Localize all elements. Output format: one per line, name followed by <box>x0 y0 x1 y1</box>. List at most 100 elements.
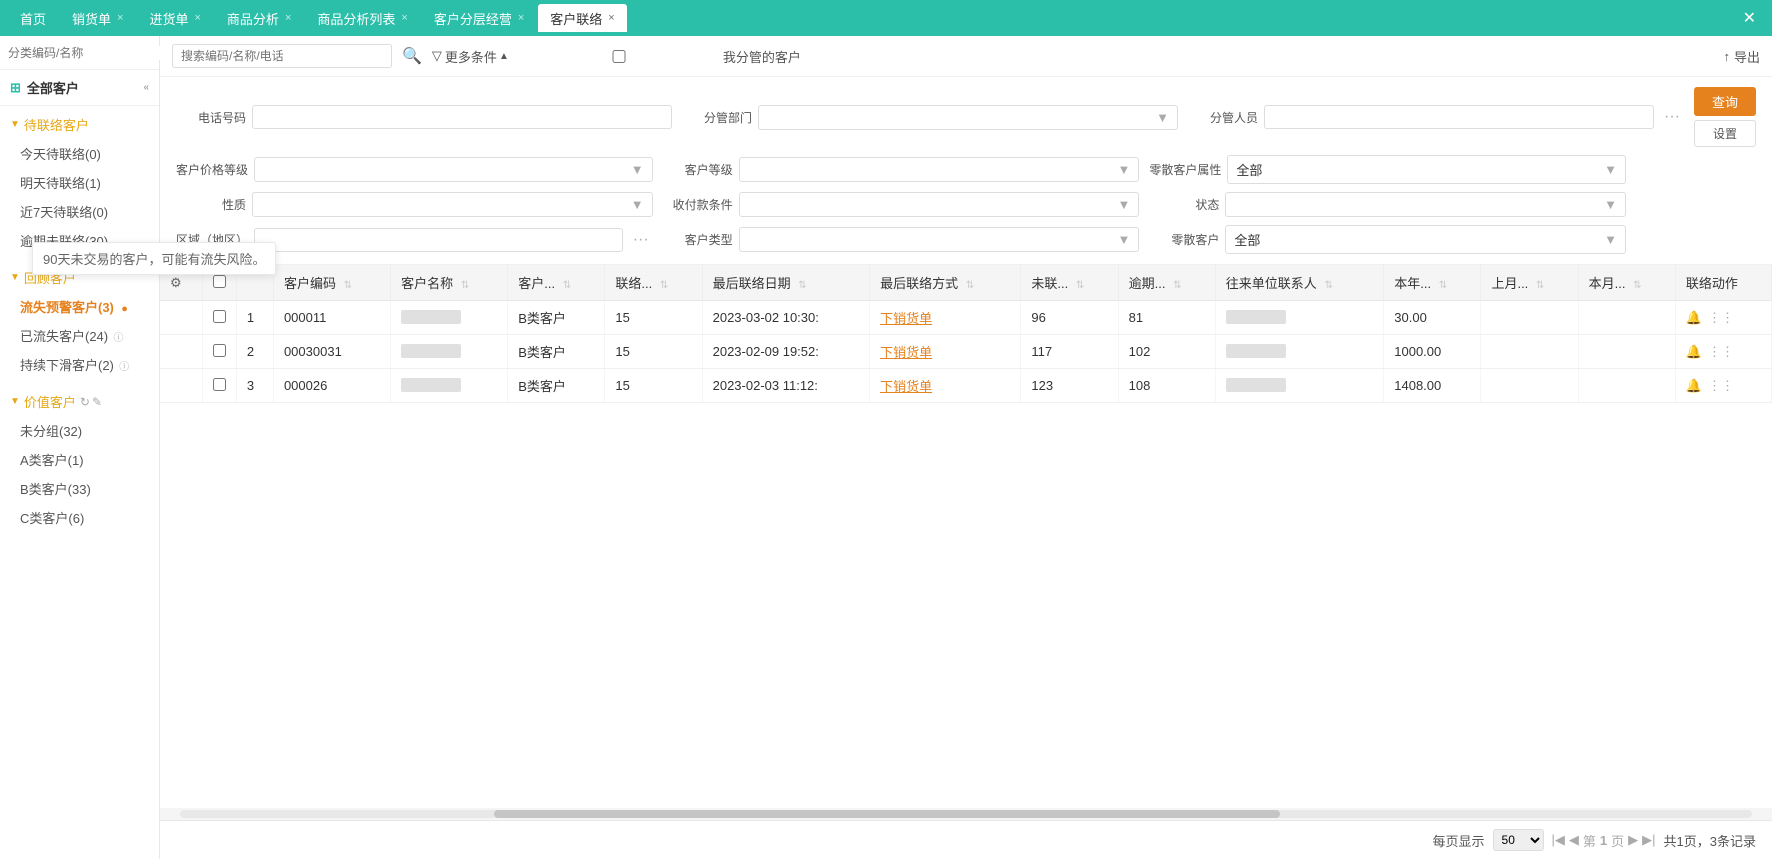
col-overdue[interactable]: 逾期... ⇅ <box>1118 265 1215 301</box>
dept-select[interactable]: ▼ <box>758 105 1178 130</box>
person-dots[interactable]: ··· <box>1660 108 1684 126</box>
col-code[interactable]: 客户编码 ⇅ <box>273 265 390 301</box>
row-last-method[interactable]: 下销货单 <box>870 369 1021 403</box>
per-page-select[interactable]: 50 100 <box>1493 829 1544 851</box>
sidebar-item-7day-contact[interactable]: 近7天待联络(0) <box>0 197 159 226</box>
price-tier-select[interactable]: ▼ <box>254 157 653 182</box>
sidebar-search-input[interactable] <box>8 46 163 60</box>
tab-sales[interactable]: 销货单 × <box>60 4 135 32</box>
edit-icon-valued[interactable]: ✎ <box>92 395 102 409</box>
close-tab-purchase[interactable]: × <box>194 12 200 24</box>
horizontal-scrollbar[interactable] <box>160 808 1772 820</box>
filter-row-2: 客户价格等级 ▼ 客户等级 ▼ 零散客户属性 全部 <box>176 155 1756 184</box>
filter-icon: ▽ <box>432 48 442 64</box>
col-name[interactable]: 客户名称 ⇅ <box>391 265 508 301</box>
select-all-checkbox[interactable] <box>213 275 226 288</box>
action-contact-icon[interactable]: 🔔 <box>1686 378 1702 394</box>
tab-goods-analysis-list[interactable]: 商品分析列表 × <box>305 4 419 32</box>
row-checkbox-0[interactable] <box>213 310 226 323</box>
close-tab-goods-analysis-list[interactable]: × <box>401 12 407 24</box>
col-action: 联络动作 <box>1675 265 1771 301</box>
query-button[interactable]: 查询 <box>1694 87 1756 116</box>
sidebar-item-tier-b[interactable]: B类客户(33) <box>0 474 159 503</box>
col-this-month[interactable]: 本月... ⇅ <box>1578 265 1675 301</box>
chevron-up-icon: ▲ <box>499 51 509 62</box>
search-button[interactable]: 🔍 <box>402 46 422 66</box>
region-dots[interactable]: ··· <box>629 231 653 249</box>
last-page-icon[interactable]: ▶| <box>1642 832 1655 848</box>
more-filter-button[interactable]: ▽ 更多条件 ▲ <box>432 47 509 66</box>
sidebar-item-ungrouped[interactable]: 未分组(32) <box>0 416 159 445</box>
col-last-month[interactable]: 上月... ⇅ <box>1481 265 1578 301</box>
sidebar-item-declining[interactable]: 持续下滑客户(2) ⓘ <box>0 350 159 379</box>
close-tab-customer-contact[interactable]: × <box>608 12 614 24</box>
zero-attr-select[interactable]: 全部 ▼ <box>1227 155 1626 184</box>
region-input[interactable] <box>254 228 623 252</box>
action-more-icon[interactable]: ⋮⋮ <box>1708 310 1734 326</box>
tab-goods-analysis[interactable]: 商品分析 × <box>215 4 303 32</box>
table-settings-icon[interactable]: ⚙ <box>170 275 182 290</box>
close-app-button[interactable]: ✕ <box>1735 8 1764 28</box>
row-checkbox-cell[interactable] <box>202 301 236 335</box>
sidebar-item-tier-a[interactable]: A类客户(1) <box>0 445 159 474</box>
payment-select[interactable]: ▼ <box>739 192 1140 217</box>
first-page-icon[interactable]: |◀ <box>1552 832 1565 848</box>
action-more-icon[interactable]: ⋮⋮ <box>1708 378 1734 394</box>
sidebar-item-tomorrow-contact[interactable]: 明天待联络(1) <box>0 168 159 197</box>
sidebar-item-tier-c[interactable]: C类客户(6) <box>0 503 159 532</box>
row-last-method[interactable]: 下销货单 <box>870 335 1021 369</box>
search-bar: 🔍 ▽ 更多条件 ▲ 我分管的客户 ↑ 导出 <box>160 36 1772 77</box>
phone-input[interactable] <box>252 105 672 129</box>
row-last-month <box>1481 301 1578 335</box>
row-checkbox-1[interactable] <box>213 344 226 357</box>
tab-home[interactable]: 首页 <box>8 4 58 32</box>
my-customers-check[interactable] <box>519 50 719 63</box>
col-last-date[interactable]: 最后联络日期 ⇅ <box>702 265 869 301</box>
close-tab-customer-tier[interactable]: × <box>518 12 524 24</box>
settings-button[interactable]: 设置 <box>1694 120 1756 147</box>
sidebar-section-pending-title[interactable]: ▼ 待联络客户 <box>0 110 159 139</box>
customer-tier-select[interactable]: ▼ <box>739 157 1140 182</box>
tab-purchase[interactable]: 进货单 × <box>137 4 212 32</box>
status-select[interactable]: ▼ <box>1225 192 1626 217</box>
close-tab-goods-analysis[interactable]: × <box>285 12 291 24</box>
sort-contact-icon: ⇅ <box>660 280 668 291</box>
sort-unit-icon: ⇅ <box>1324 280 1332 291</box>
row-checkbox-2[interactable] <box>213 378 226 391</box>
my-customers-checkbox[interactable]: 我分管的客户 <box>519 47 801 66</box>
zero-customer-select[interactable]: 全部 ▼ <box>1225 225 1626 254</box>
refresh-icon-valued[interactable]: ↻ <box>80 395 90 409</box>
filter-row-3: 性质 ▼ 收付款条件 ▼ 状态 <box>176 192 1756 217</box>
next-page-icon[interactable]: ▶ <box>1628 832 1638 848</box>
col-type[interactable]: 客户... ⇅ <box>508 265 605 301</box>
row-last-method[interactable]: 下销货单 <box>870 301 1021 335</box>
sidebar-section-valued-title[interactable]: ▼ 价值客户 ↻ ✎ <box>0 387 159 416</box>
export-button[interactable]: ↑ 导出 <box>1723 47 1760 66</box>
gender-select[interactable]: ▼ <box>252 192 653 217</box>
status-icon: ▼ <box>1604 197 1617 212</box>
tab-customer-contact[interactable]: 客户联络 × <box>538 4 626 32</box>
person-input[interactable] <box>1264 105 1654 129</box>
action-contact-icon[interactable]: 🔔 <box>1686 310 1702 326</box>
search-input[interactable] <box>172 44 392 68</box>
action-contact-icon[interactable]: 🔔 <box>1686 344 1702 360</box>
sidebar-item-churned[interactable]: 已流失客户(24) ⓘ <box>0 321 159 350</box>
col-unit-contact[interactable]: 往来单位联系人 ⇅ <box>1215 265 1383 301</box>
prev-page-icon[interactable]: ◀ <box>1569 832 1579 848</box>
col-uncontacted[interactable]: 未联... ⇅ <box>1021 265 1118 301</box>
sidebar-item-churn-warning[interactable]: 流失预警客户(3) ● <box>0 292 159 321</box>
row-checkbox-cell[interactable] <box>202 335 236 369</box>
action-more-icon[interactable]: ⋮⋮ <box>1708 344 1734 360</box>
sidebar-item-today-contact[interactable]: 今天待联络(0) <box>0 139 159 168</box>
col-last-method[interactable]: 最后联络方式 ⇅ <box>870 265 1021 301</box>
scroll-thumb[interactable] <box>494 810 1280 818</box>
sort-name-icon: ⇅ <box>461 280 469 291</box>
row-settings-cell <box>160 369 202 403</box>
close-tab-sales[interactable]: × <box>117 12 123 24</box>
tab-customer-tier[interactable]: 客户分层经营 × <box>422 4 536 32</box>
customer-type-select[interactable]: ▼ <box>739 227 1140 252</box>
col-contact[interactable]: 联络... ⇅ <box>605 265 702 301</box>
col-this-year[interactable]: 本年... ⇅ <box>1384 265 1481 301</box>
sidebar-all-customers[interactable]: ⊞ 全部客户 « <box>0 70 159 106</box>
row-checkbox-cell[interactable] <box>202 369 236 403</box>
